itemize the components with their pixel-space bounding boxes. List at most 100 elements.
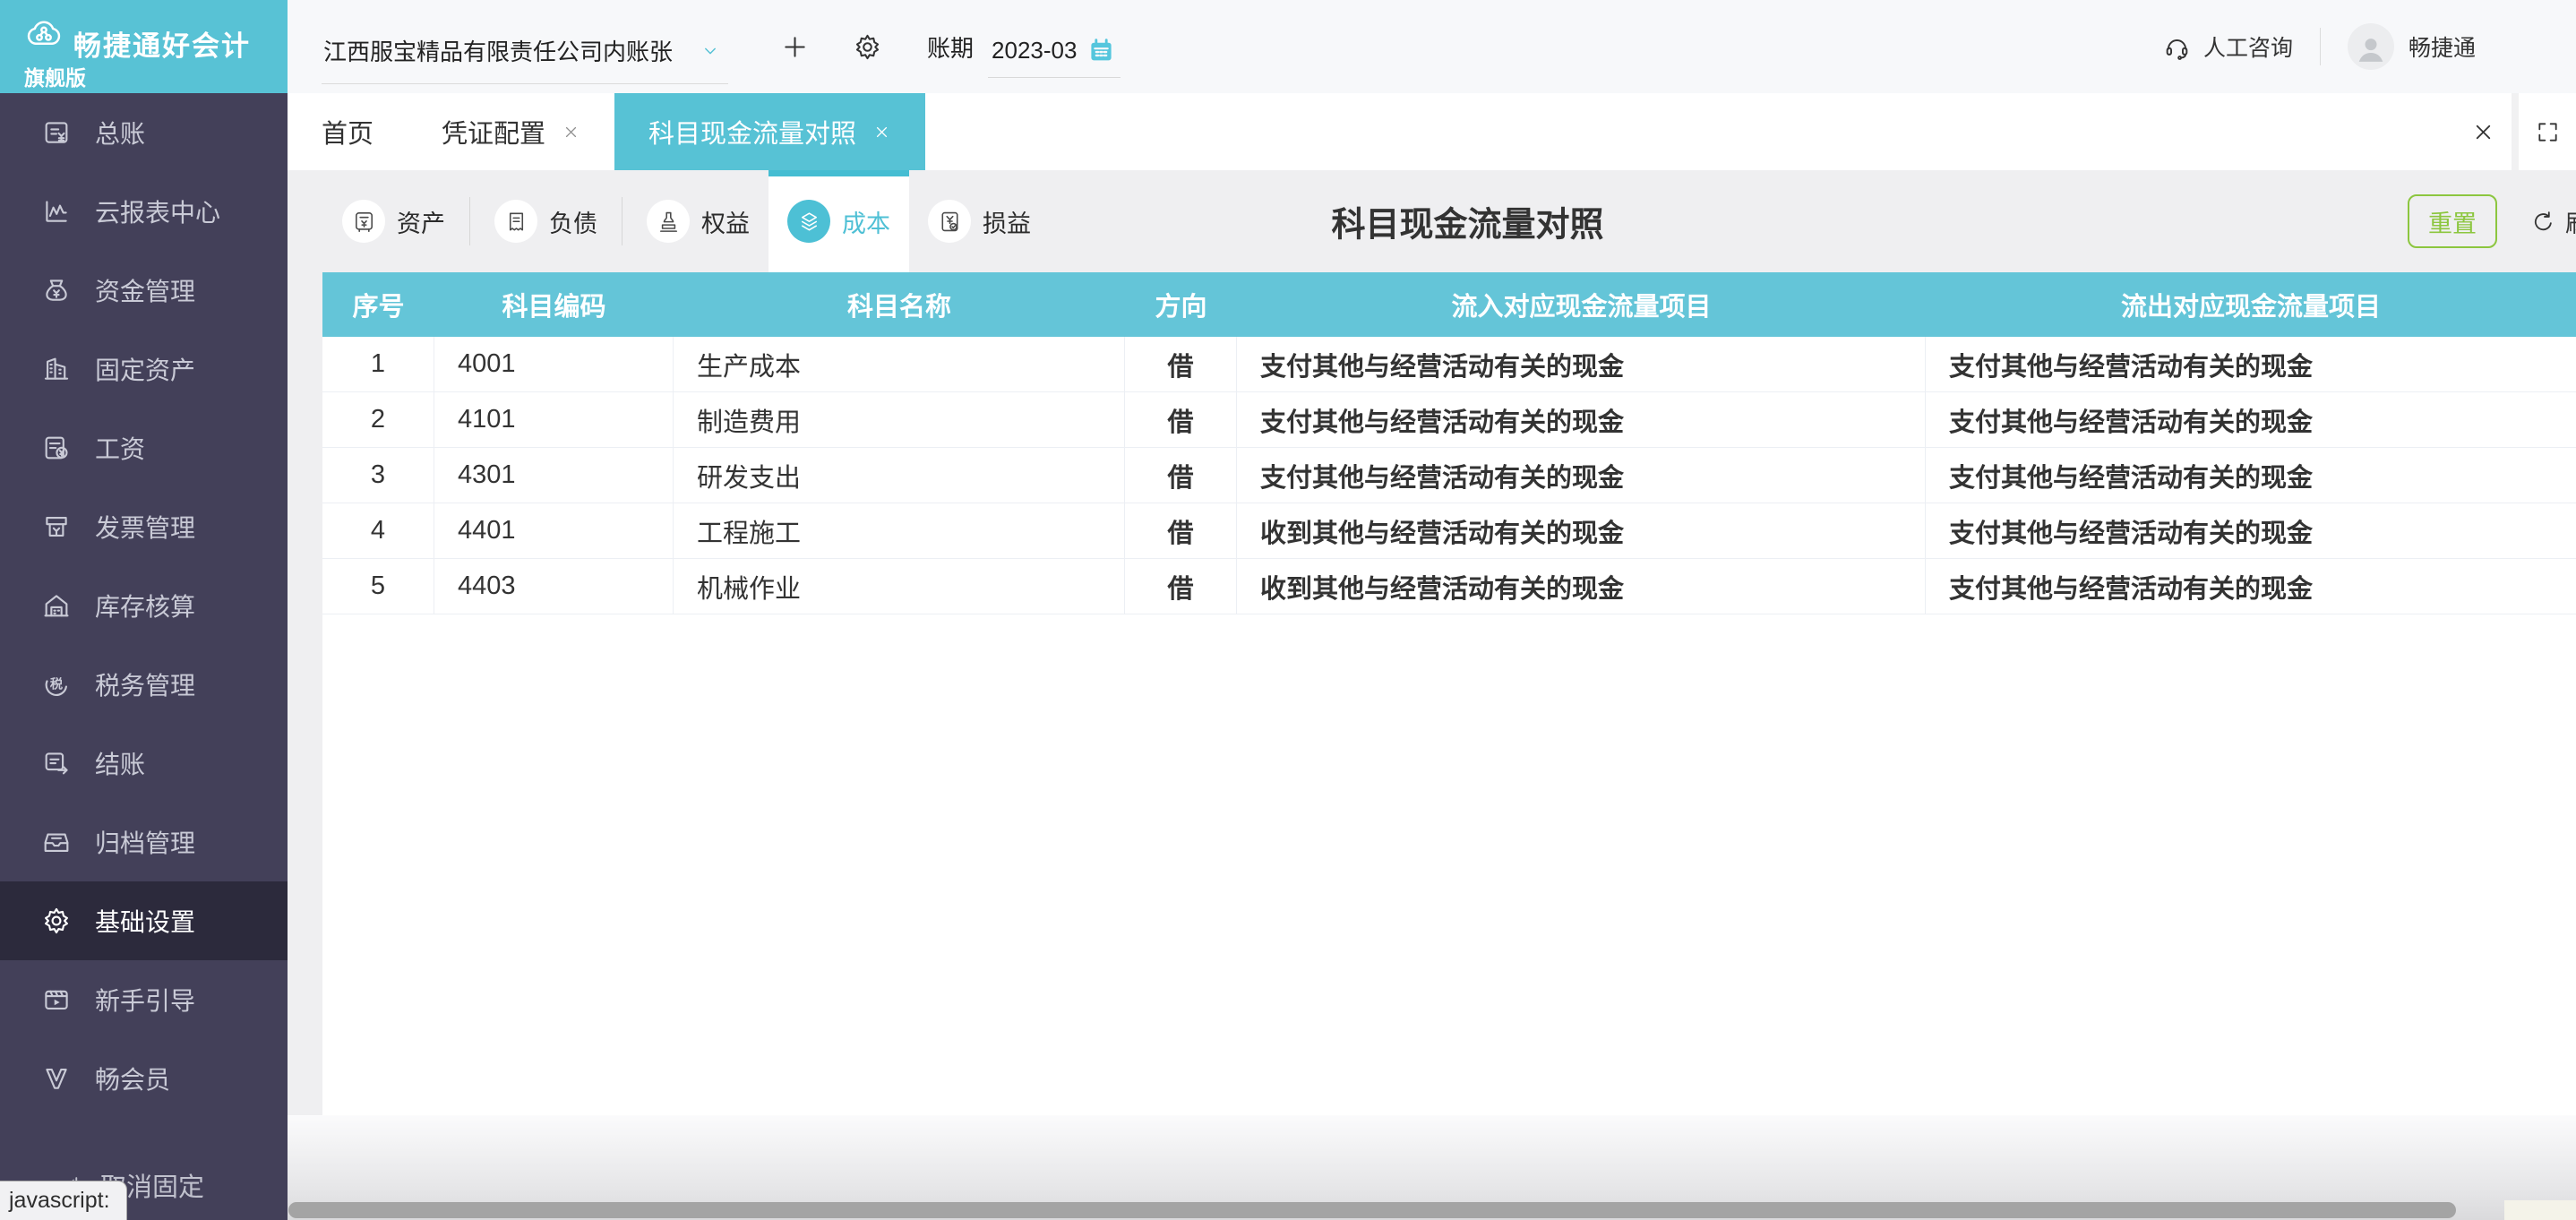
invoice-icon — [41, 511, 72, 542]
table-cell: 4101 — [434, 392, 674, 447]
period-picker[interactable]: 2023-03 — [988, 33, 1121, 78]
table-cell: 支付其他与经营活动有关的现金 — [1949, 574, 2314, 604]
sidebar-item-10[interactable]: 基础设置 — [0, 881, 288, 960]
tab-0[interactable]: 首页 — [288, 93, 408, 170]
settings-gear-icon[interactable] — [853, 32, 882, 62]
table-row[interactable]: 1 4001 生产成本借支付其他与经营活动有关的现金 支付其他与经营活动有关的现金 — [322, 337, 2576, 392]
table-cell: 生产成本 — [674, 337, 1125, 391]
subtab-label: 资产 — [397, 210, 445, 237]
company-selector[interactable]: 江西服宝精品有限责任公司内账张 — [322, 30, 729, 84]
sidebar-item-5[interactable]: 发票管理 — [0, 487, 288, 566]
window-buttons — [2454, 93, 2576, 170]
support-button[interactable]: 人工咨询 — [2163, 30, 2293, 63]
archive-icon — [41, 827, 72, 857]
table-cell: 支付其他与经营活动有关的现金 — [1949, 519, 2314, 548]
sidebar-item-11[interactable]: 新手引导 — [0, 960, 288, 1039]
asset-safe-icon — [342, 200, 385, 243]
plus-icon[interactable] — [780, 32, 810, 62]
sidebar-item-7[interactable]: 税 税务管理 — [0, 645, 288, 724]
sidebar-item-label: 畅会员 — [95, 1066, 171, 1094]
subtab-4[interactable]: 损益 — [909, 170, 1050, 272]
brand-logo[interactable]: 畅捷通好会计 旗舰版 — [0, 0, 288, 93]
liability-receipt-icon — [494, 200, 537, 243]
column-header-3: 方向 — [1155, 293, 1207, 322]
subtab-0[interactable]: 资产 — [323, 170, 464, 272]
sidebar-item-label: 固定资产 — [95, 357, 196, 384]
table-cell: 4401 — [434, 503, 674, 558]
status-tooltip: javascript: — [0, 1181, 127, 1220]
sidebar-item-4[interactable]: 工资 — [0, 408, 288, 487]
table-header-row: 序号 科目编码 科目名称 方向 流入对应现金流量项目 流出对应现金流量项目 — [322, 272, 2576, 337]
fullscreen-button[interactable] — [2519, 93, 2576, 170]
tab-1[interactable]: 凭证配置 — [408, 93, 614, 170]
toolbar-band: 资产 负债 权益 成本 损益 科目现金流量对照 重置 刷新 — [288, 170, 2576, 272]
close-button[interactable] — [2454, 93, 2512, 170]
app-root: 畅捷通好会计 旗舰版 总账 云报表中心 资金管理固定资产工资发票管理库存核算税 税务管… — [0, 0, 2576, 1220]
table-body: 1 4001 生产成本借支付其他与经营活动有关的现金 支付其他与经营活动有关的现金 2 4… — [322, 337, 2576, 614]
subtab-1[interactable]: 负债 — [476, 170, 616, 272]
table-row[interactable]: 5 4403 机械作业借收到其他与经营活动有关的现金 支付其他与经营活动有关的现金 — [322, 559, 2576, 614]
avatar[interactable] — [2347, 23, 2394, 70]
tab-strip: 首页 凭证配置 科目现金流量对照 — [288, 93, 926, 170]
period-label: 账期 — [927, 34, 975, 62]
brand-name: 畅捷通好会计 — [73, 30, 251, 62]
sidebar-item-8[interactable]: 结账 — [0, 724, 288, 803]
guide-video-icon — [41, 984, 72, 1015]
subtab-3[interactable]: 成本 — [769, 170, 909, 272]
table-cell: 支付其他与经营活动有关的现金 — [1237, 337, 1926, 391]
sidebar-item-label: 库存核算 — [95, 593, 196, 621]
table-row[interactable]: 4 4401 工程施工借收到其他与经营活动有关的现金 支付其他与经营活动有关的现金 — [322, 503, 2576, 559]
table-cell: 1 — [322, 337, 434, 391]
sidebar-item-2[interactable]: 资金管理 — [0, 251, 288, 330]
username[interactable]: 畅捷通 — [2409, 30, 2476, 63]
sidebar-item-6[interactable]: 库存核算 — [0, 566, 288, 645]
subtab-2[interactable]: 权益 — [628, 170, 769, 272]
table-cell: 制造费用 — [674, 392, 1125, 447]
fullscreen-icon — [2535, 119, 2561, 145]
content-panel: 序号 科目编码 科目名称 方向 流入对应现金流量项目 流出对应现金流量项目 1 4001 生产… — [322, 272, 2576, 1115]
tab-2[interactable]: 科目现金流量对照 — [614, 93, 926, 170]
column-header-2: 科目名称 — [846, 293, 951, 322]
sidebar-item-1[interactable]: 云报表中心 — [0, 172, 288, 251]
member-v-icon — [41, 1063, 72, 1094]
tab-bar: 首页 凭证配置 科目现金流量对照 — [288, 93, 2576, 170]
table-cell: 5 — [322, 559, 434, 614]
tab-close-icon[interactable] — [872, 123, 891, 142]
cloud-logo-icon — [23, 13, 64, 55]
column-header-5: 流出对应现金流量项目 — [2120, 293, 2381, 322]
table-cell: 4 — [322, 503, 434, 558]
inventory-icon — [41, 590, 72, 621]
tab-label: 凭证配置 — [442, 120, 546, 149]
table-row[interactable]: 2 4101 制造费用借支付其他与经营活动有关的现金 支付其他与经营活动有关的现金 — [322, 392, 2576, 448]
table-cell: 借 — [1125, 392, 1237, 447]
equity-stamp-icon — [647, 200, 690, 243]
reset-button[interactable]: 重置 — [2408, 194, 2497, 248]
table-cell: 支付其他与经营活动有关的现金 — [1949, 408, 2314, 437]
money-bag-icon — [41, 275, 72, 305]
fixed-assets-icon — [41, 354, 72, 384]
subtab-label: 负债 — [549, 210, 597, 237]
sidebar-item-12[interactable]: 畅会员 — [0, 1039, 288, 1118]
sidebar-item-0[interactable]: 总账 — [0, 93, 288, 172]
sidebar-item-label: 工资 — [95, 435, 146, 463]
table-cell: 借 — [1125, 503, 1237, 558]
tab-close-icon[interactable] — [562, 123, 580, 142]
horizontal-scrollbar[interactable] — [288, 1202, 2456, 1218]
sidebar-item-9[interactable]: 归档管理 — [0, 803, 288, 881]
sidebar-item-3[interactable]: 固定资产 — [0, 330, 288, 408]
table-cell: 收到其他与经营活动有关的现金 — [1237, 503, 1926, 558]
refresh-button[interactable]: 刷新 — [2530, 170, 2576, 272]
close-icon — [2470, 119, 2496, 145]
topbar-right: 人工咨询 畅捷通 — [2163, 23, 2476, 70]
period-value: 2023-03 — [992, 37, 1078, 64]
divider — [2319, 28, 2321, 65]
table-cell: 工程施工 — [674, 503, 1125, 558]
subtab-label: 损益 — [983, 210, 1031, 237]
table-cell: 借 — [1125, 337, 1237, 391]
sidebar-menu: 总账 云报表中心 资金管理固定资产工资发票管理库存核算税 税务管理 结账归档管理基础设置… — [0, 93, 288, 1118]
support-label: 人工咨询 — [2202, 36, 2293, 61]
table-row[interactable]: 3 4301 研发支出借支付其他与经营活动有关的现金 支付其他与经营活动有关的现金 — [322, 448, 2576, 503]
refresh-icon — [2530, 209, 2556, 235]
status-text: javascript: — [9, 1188, 110, 1213]
sidebar-item-label: 归档管理 — [95, 829, 196, 857]
